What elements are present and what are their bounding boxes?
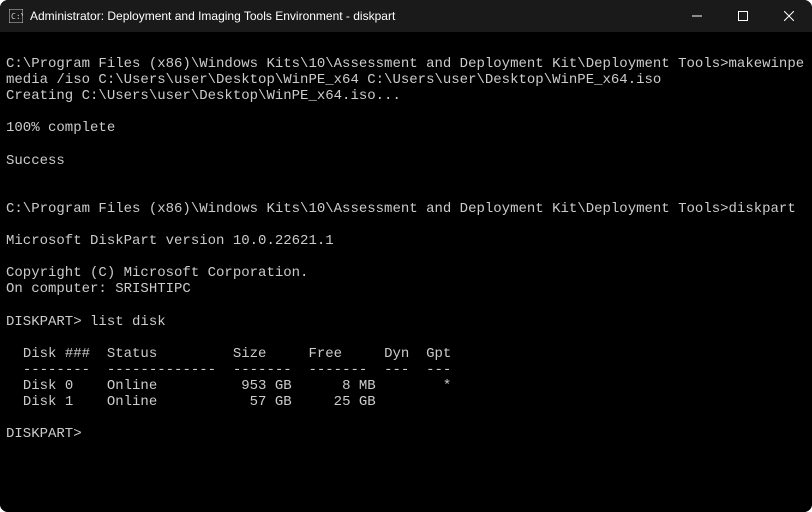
table-row: Disk 0 Online 953 GB 8 MB * xyxy=(6,378,451,394)
prompt-line: DISKPART> list disk xyxy=(6,314,166,330)
output-line: Creating C:\Users\user\Desktop\WinPE_x64… xyxy=(6,88,401,104)
terminal-output[interactable]: C:\Program Files (x86)\Windows Kits\10\A… xyxy=(0,32,812,512)
output-line: On computer: SRISHTIPC xyxy=(6,281,191,297)
table-divider: -------- ------------- ------- ------- -… xyxy=(6,362,451,378)
output-line: Microsoft DiskPart version 10.0.22621.1 xyxy=(6,233,334,249)
app-icon: C:\ xyxy=(8,8,24,24)
output-line: 100% complete xyxy=(6,120,115,136)
output-line: Success xyxy=(6,153,65,169)
maximize-button[interactable] xyxy=(720,0,766,32)
window-title: Administrator: Deployment and Imaging To… xyxy=(30,9,395,23)
prompt-line: DISKPART> xyxy=(6,426,82,442)
output-line: Copyright (C) Microsoft Corporation. xyxy=(6,265,308,281)
svg-text:C:\: C:\ xyxy=(11,12,23,21)
table-row: Disk 1 Online 57 GB 25 GB xyxy=(6,394,376,410)
close-button[interactable] xyxy=(766,0,812,32)
titlebar[interactable]: C:\ Administrator: Deployment and Imagin… xyxy=(0,0,812,32)
output-line: C:\Program Files (x86)\Windows Kits\10\A… xyxy=(6,56,804,88)
table-header: Disk ### Status Size Free Dyn Gpt xyxy=(6,346,451,362)
output-line: C:\Program Files (x86)\Windows Kits\10\A… xyxy=(6,201,796,217)
terminal-window: C:\ Administrator: Deployment and Imagin… xyxy=(0,0,812,512)
minimize-button[interactable] xyxy=(674,0,720,32)
